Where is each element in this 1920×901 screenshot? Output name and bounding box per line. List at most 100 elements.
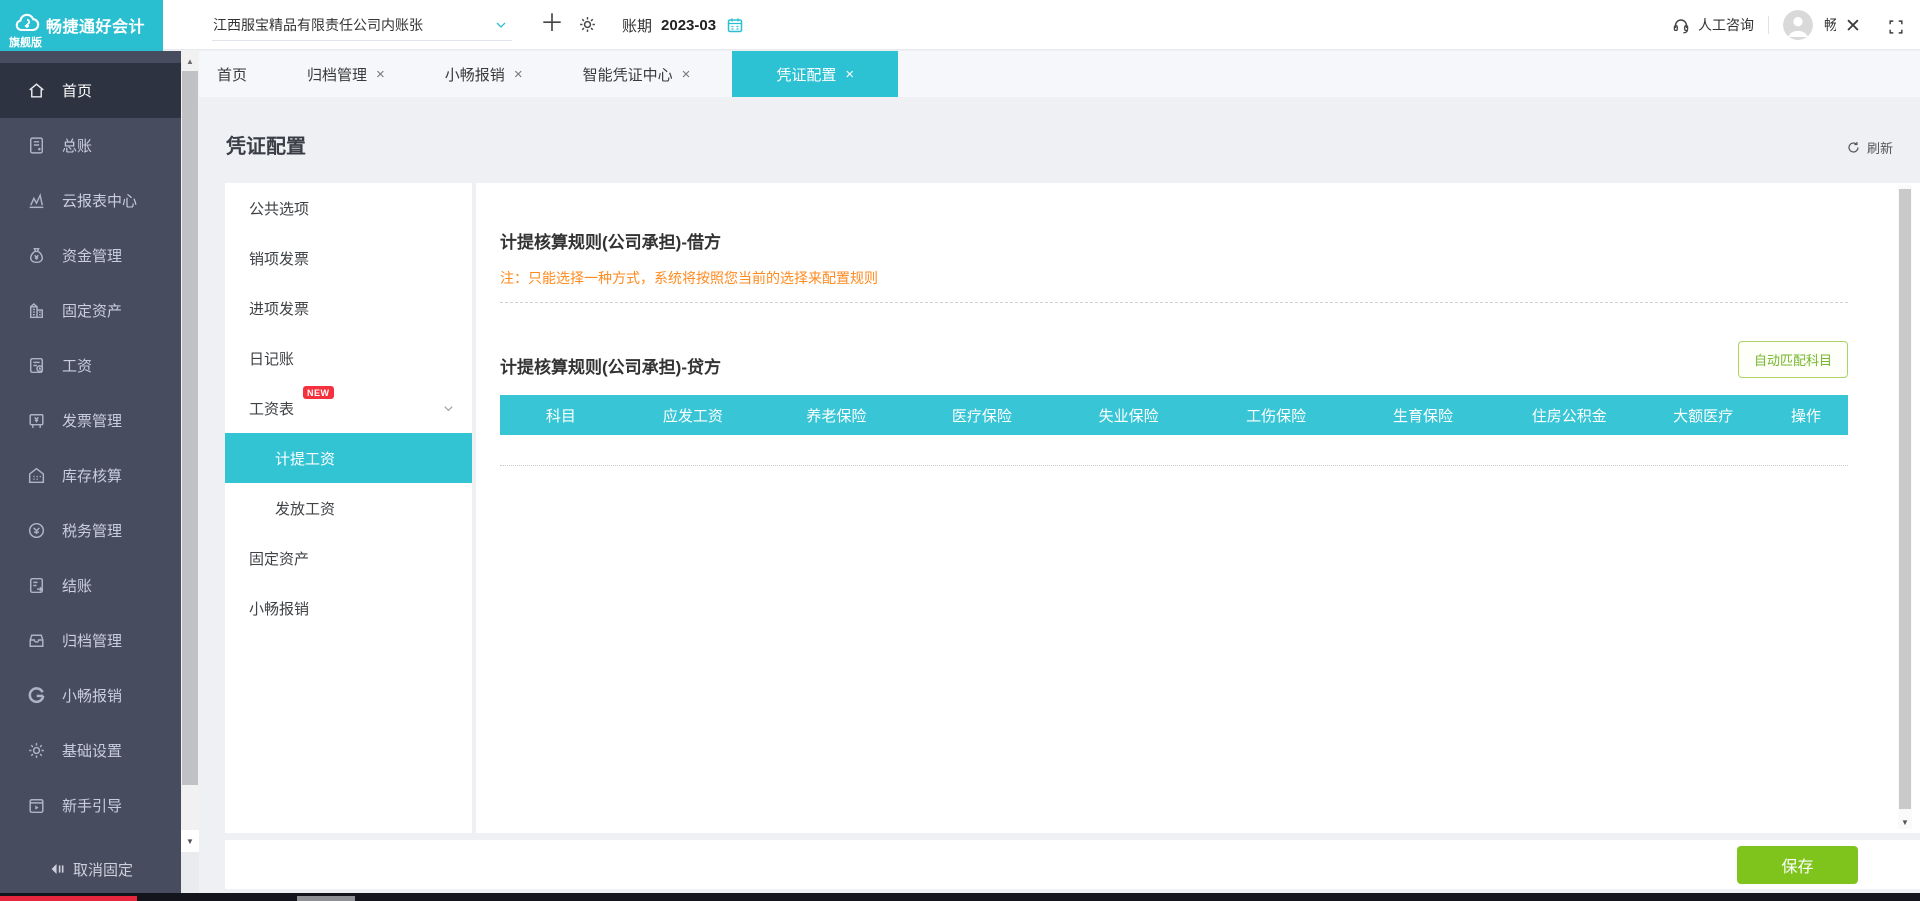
section1-title: 计提核算规则(公司承担)-借方 (500, 233, 721, 252)
guide-icon (26, 795, 47, 816)
sidebar-item-fixed-assets[interactable]: 固定资产 (0, 283, 181, 338)
subnav-item-label: 公共选项 (249, 200, 310, 218)
calendar-icon[interactable] (725, 15, 745, 35)
support-button[interactable]: 人工咨询 (1671, 15, 1754, 35)
refresh-icon (1846, 140, 1861, 155)
sidebar-item-funds[interactable]: 资金管理 (0, 228, 181, 283)
subnav-item-0[interactable]: 公共选项 (225, 183, 472, 233)
save-button[interactable]: 保存 (1737, 846, 1858, 884)
sidebar-scrollbar-thumb[interactable] (182, 71, 198, 785)
sidebar-item-label: 新手引导 (62, 798, 123, 815)
subnav-item-1[interactable]: 销项发票 (225, 233, 472, 283)
tab-0[interactable]: 首页 (199, 51, 265, 97)
home-icon (26, 80, 47, 101)
refresh-button[interactable]: 刷新 (1846, 138, 1893, 157)
tabbar: 首页 归档管理 × 小畅报销 × 智能凭证中心 × 凭证配置 × (199, 51, 1920, 97)
company-underline (212, 40, 512, 41)
section2-header-row: 计提核算规则(公司承担)-贷方 自动匹配科目 (500, 341, 1848, 378)
subnav-item-3[interactable]: 日记账 (225, 333, 472, 383)
scroll-down-arrow-icon[interactable]: ▼ (1898, 818, 1912, 827)
table-col-4: 失业保险 (1098, 407, 1159, 425)
table-col-1: 应发工资 (662, 407, 723, 425)
sidebar-item-guide[interactable]: 新手引导 (0, 778, 181, 833)
company-selector[interactable]: 江西服宝精品有限责任公司内账张 (213, 0, 423, 50)
footer-bar: 保存 (225, 840, 1920, 889)
content-scrollbar[interactable]: ▼ (1898, 185, 1912, 829)
tab-4[interactable]: 凭证配置 × (732, 51, 899, 97)
subnav-item-7[interactable]: 固定资产 (225, 533, 472, 583)
period-label: 账期 (622, 17, 653, 35)
bottom-strip (0, 893, 1920, 901)
sidebar-item-label: 结账 (62, 578, 93, 595)
sidebar-item-tax[interactable]: 税务管理 (0, 503, 181, 558)
scroll-up-arrow-icon[interactable]: ▲ (181, 51, 199, 71)
fullscreen-button[interactable] (1876, 7, 1916, 46)
tab-2[interactable]: 小畅报销 × (427, 51, 541, 97)
sidebar-item-label: 总账 (62, 138, 93, 155)
subnav-item-8[interactable]: 小畅报销 (225, 583, 472, 633)
close-icon: ✕ (1845, 16, 1861, 37)
tab-close-icon[interactable]: × (376, 67, 385, 82)
table-col-5: 工伤保险 (1246, 407, 1307, 425)
tab-close-icon[interactable]: × (682, 67, 691, 82)
tab-1[interactable]: 归档管理 × (289, 51, 403, 97)
content-card: 公共选项销项发票进项发票 日记账 工资表 NEW 计提工资 发放工资 固定资产 小畅报销 计提… (225, 183, 1920, 833)
dotted-divider (500, 465, 1848, 466)
table-col-0: 科目 (545, 407, 576, 425)
sidebar-item-home[interactable]: 首页 (0, 63, 181, 118)
tab-close-icon[interactable]: × (514, 67, 523, 82)
sidebar-item-label: 资金管理 (62, 248, 123, 265)
subnav-item-2[interactable]: 进项发票 (225, 283, 472, 333)
cloud-report-icon (26, 190, 47, 211)
brand-logo: 畅捷通好会计 旗舰版 (0, 0, 163, 51)
tab-close-icon[interactable]: × (845, 67, 854, 82)
unpin-label: 取消固定 (72, 861, 133, 879)
subnav-item-4[interactable]: 工资表 NEW (225, 383, 472, 433)
accounting-period: 账期 2023-03 (622, 0, 745, 50)
auto-match-button[interactable]: 自动匹配科目 (1737, 341, 1848, 378)
support-label: 人工咨询 (1698, 17, 1754, 33)
subnav-item-label: 销项发票 (249, 250, 310, 268)
fullscreen-icon (1887, 18, 1905, 36)
table-col-8: 大额医疗 (1673, 407, 1734, 425)
sidebar-item-payroll[interactable]: 工资 (0, 338, 181, 393)
scroll-down-arrow-icon[interactable]: ▼ (181, 830, 199, 852)
brand-title: 畅捷通好会计 (46, 19, 146, 36)
sidebar-item-reimburse[interactable]: 小畅报销 (0, 668, 181, 723)
unpin-sidebar-button[interactable]: 取消固定 (0, 850, 181, 888)
avatar[interactable] (1783, 10, 1813, 40)
sidebar-item-label: 归档管理 (62, 633, 123, 650)
tab-3[interactable]: 智能凭证中心 × (565, 51, 709, 97)
sidebar-item-archive[interactable]: 归档管理 (0, 613, 181, 668)
sidebar-scrollbar[interactable]: ▲ ▼ (181, 51, 199, 852)
sidebar-item-label: 发票管理 (62, 413, 123, 430)
close-all-tabs-button[interactable]: ✕ (1836, 7, 1870, 46)
tax-icon (26, 520, 47, 541)
table-col-9: 操作 (1791, 407, 1822, 425)
add-account-button[interactable]: ＋ (540, 9, 564, 39)
sidebar-item-invoice[interactable]: 发票管理 (0, 393, 181, 448)
content-scrollbar-thumb[interactable] (1899, 189, 1911, 809)
sidebar-menu: 首页总账云报表中心资金管理固定资产 工资发票管理库存核算税务管理结账归档管理小畅报… (0, 51, 181, 888)
settings-icon (26, 740, 47, 761)
unpin-icon (48, 860, 66, 878)
chevron-down-icon[interactable] (441, 401, 456, 416)
sidebar-item-closing[interactable]: 结账 (0, 558, 181, 613)
brand-subtitle: 旗舰版 (9, 37, 42, 49)
refresh-label: 刷新 (1866, 141, 1893, 156)
invoice-icon (26, 410, 47, 431)
topbar: 畅捷通好会计 旗舰版 江西服宝精品有限责任公司内账张 ＋ 账期 2023-03 (0, 0, 1920, 51)
subnav-item-5[interactable]: 计提工资 (225, 433, 472, 483)
chevron-down-icon[interactable] (493, 17, 509, 33)
sidebar-item-cloud-report[interactable]: 云报表中心 (0, 173, 181, 228)
subnav-item-6[interactable]: 发放工资 (225, 483, 472, 533)
gear-icon[interactable] (577, 14, 598, 35)
sidebar-item-ledger[interactable]: 总账 (0, 118, 181, 173)
company-name: 江西服宝精品有限责任公司内账张 (213, 17, 423, 33)
sidebar-item-label: 库存核算 (62, 468, 123, 485)
taskbar-gray-segment (297, 896, 355, 901)
sidebar-item-settings[interactable]: 基础设置 (0, 723, 181, 778)
sidebar-item-inventory[interactable]: 库存核算 (0, 448, 181, 503)
sidebar-scrollbar-track-ext (181, 852, 199, 893)
ledger-icon (26, 135, 47, 156)
